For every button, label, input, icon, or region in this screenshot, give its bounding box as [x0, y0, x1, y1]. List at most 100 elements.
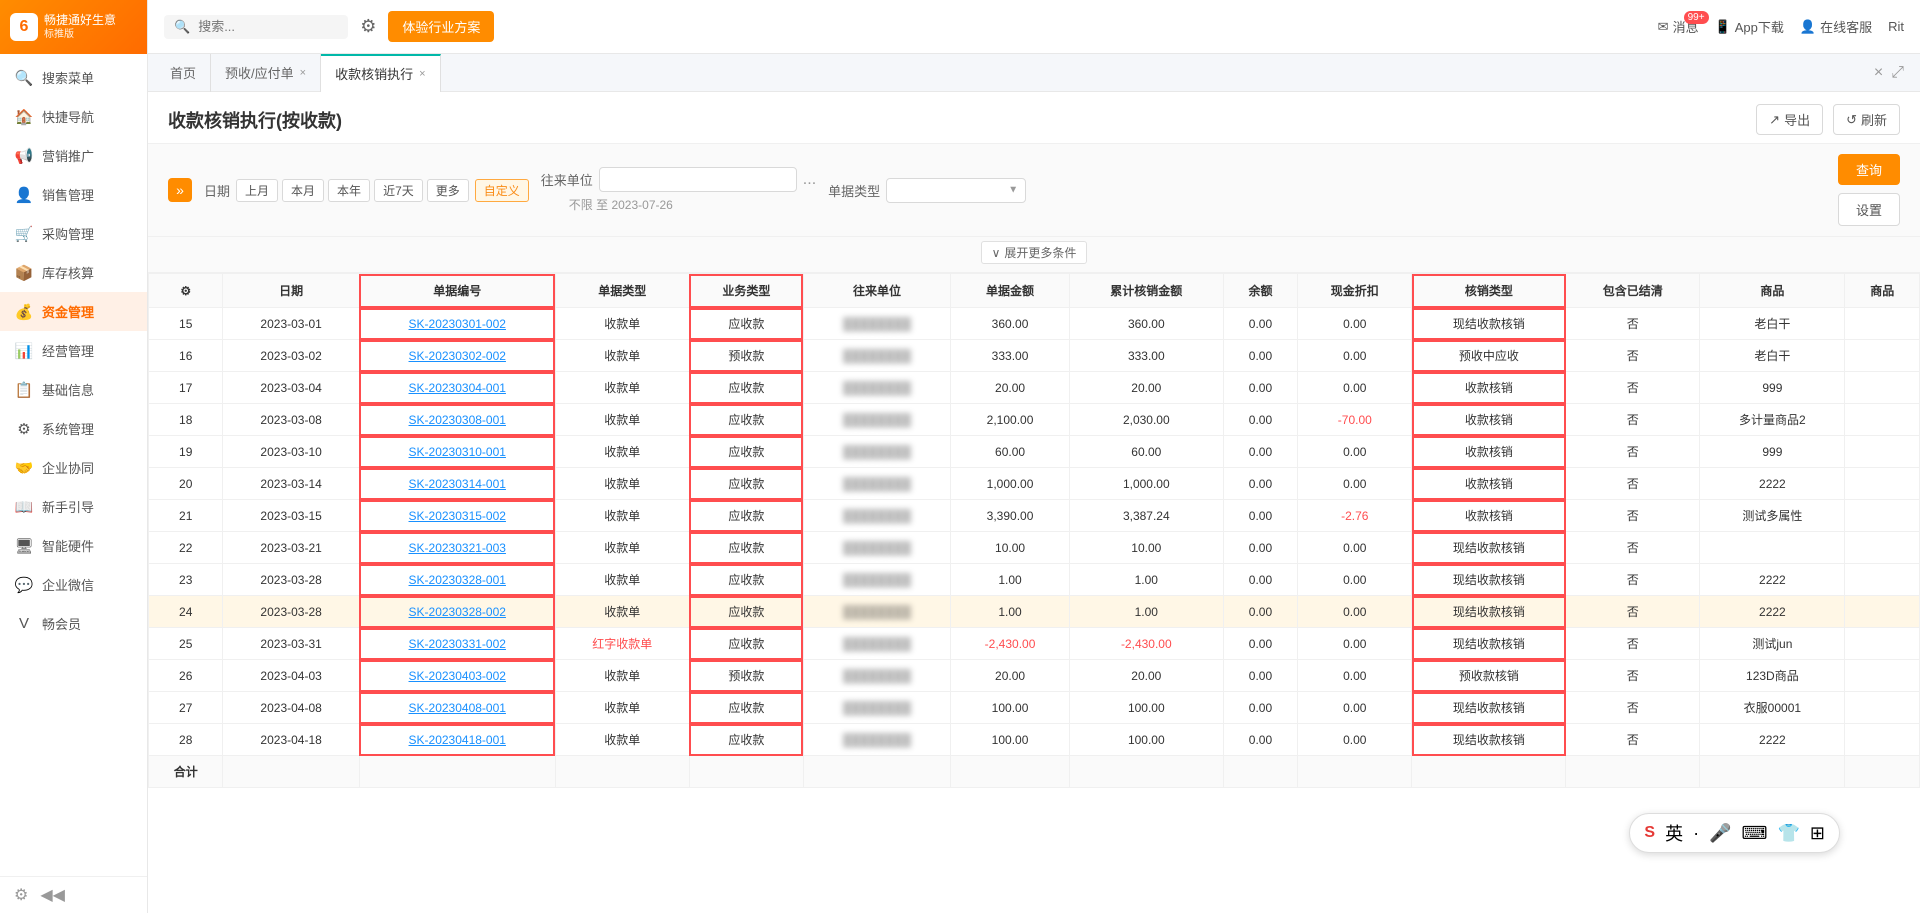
cell-13-discount: 0.00	[1298, 724, 1412, 756]
date-option-4[interactable]: 更多	[427, 179, 469, 202]
online-service-button[interactable]: 👤 在线客服	[1800, 17, 1872, 36]
cell-8-doc-no[interactable]: SK-20230328-001	[359, 564, 555, 596]
cell-4-write-off-type: 收款核销	[1412, 436, 1566, 468]
sidebar-icon-basic-info: 📋	[14, 381, 34, 399]
cell-0-doc-no[interactable]: SK-20230301-002	[359, 308, 555, 340]
cell-10-doc-no[interactable]: SK-20230331-002	[359, 628, 555, 660]
cell-10-balance: 0.00	[1223, 628, 1297, 660]
sidebar-item-purchase[interactable]: 🛒采购管理	[0, 214, 147, 253]
custom-date-button[interactable]: 自定义	[475, 179, 529, 202]
ime-keyboard[interactable]: ⌨	[1742, 823, 1768, 844]
cell-4-doc-no[interactable]: SK-20230310-001	[359, 436, 555, 468]
user-profile[interactable]: Rit	[1888, 19, 1904, 34]
tab-bar-close[interactable]: ×	[1874, 64, 1883, 82]
col-header-5: 往来单位	[803, 274, 950, 308]
sidebar-item-system[interactable]: ⚙系统管理	[0, 409, 147, 448]
cell-8-goods2	[1845, 564, 1920, 596]
tab-collection-exec[interactable]: 收款核销执行×	[321, 54, 440, 92]
sidebar-item-basic-info[interactable]: 📋 基础信息	[0, 370, 147, 409]
cell-10-no: 25	[149, 628, 223, 660]
cell-5-doc-no[interactable]: SK-20230314-001	[359, 468, 555, 500]
sidebar-item-finance[interactable]: 💰资金管理	[0, 292, 147, 331]
date-option-2[interactable]: 本年	[328, 179, 370, 202]
cell-13-doc-no[interactable]: SK-20230418-001	[359, 724, 555, 756]
ime-lang[interactable]: 英	[1665, 820, 1683, 846]
settings-icon[interactable]: ⚙	[14, 885, 28, 905]
cell-1-included: 否	[1566, 340, 1700, 372]
sidebar-logo: 6 畅捷通好生意 标推版	[0, 0, 147, 54]
cell-8-goods: 2222	[1700, 564, 1845, 596]
cell-11-doc-no[interactable]: SK-20230403-002	[359, 660, 555, 692]
cell-11-date: 2023-04-03	[223, 660, 359, 692]
page-header: 收款核销执行(按收款) ↗ 导出 ↺ 刷新	[148, 92, 1920, 144]
tab-close-collection-exec[interactable]: ×	[419, 68, 425, 80]
doc-type-select[interactable]	[886, 178, 1026, 203]
sidebar-item-wechat[interactable]: 💬企业微信	[0, 565, 147, 604]
partner-input[interactable]	[599, 167, 797, 192]
sidebar-label-basic-info: 基础信息	[42, 380, 94, 399]
cell-6-doc-no[interactable]: SK-20230315-002	[359, 500, 555, 532]
sidebar-item-operations[interactable]: 📊经营管理	[0, 331, 147, 370]
cell-10-biz-type: 应收款	[689, 628, 803, 660]
cell-7-goods	[1700, 532, 1845, 564]
expand-more-button[interactable]: ∨ 展开更多条件	[981, 241, 1088, 264]
cell-14-date	[223, 756, 359, 788]
cell-6-included: 否	[1566, 500, 1700, 532]
sidebar-icon-hardware: 🖥	[14, 537, 34, 555]
cell-9-doc-no[interactable]: SK-20230328-002	[359, 596, 555, 628]
tab-advance-payment[interactable]: 预收/应付单×	[211, 54, 321, 92]
sidebar-item-guide[interactable]: 📖新手引导	[0, 487, 147, 526]
cell-10-goods: 测试jun	[1700, 628, 1845, 660]
sidebar-icon-marketing: 📢	[14, 147, 34, 165]
messages-button[interactable]: ✉ 消息 99+	[1658, 17, 1699, 36]
filter-settings-button[interactable]: 设置	[1838, 193, 1900, 226]
tab-close-advance-payment[interactable]: ×	[300, 67, 306, 79]
cell-12-doc-no[interactable]: SK-20230408-001	[359, 692, 555, 724]
sidebar-icon-enterprise: 🤝	[14, 459, 34, 477]
ime-dot: ·	[1693, 823, 1699, 844]
sidebar-item-marketing[interactable]: 📢营销推广	[0, 136, 147, 175]
app-download-button[interactable]: 📱 App下载	[1715, 17, 1784, 36]
cell-3-doc-no[interactable]: SK-20230308-001	[359, 404, 555, 436]
cell-14-goods2	[1845, 756, 1920, 788]
cell-1-doc-no[interactable]: SK-20230302-002	[359, 340, 555, 372]
header-settings-icon[interactable]: ⚙	[360, 16, 376, 37]
header-search-input[interactable]	[198, 19, 338, 34]
cell-2-doc-no[interactable]: SK-20230304-001	[359, 372, 555, 404]
collapse-icon[interactable]: ◀◀	[40, 885, 65, 905]
col-header-6: 单据金额	[951, 274, 1070, 308]
cell-0-goods2	[1845, 308, 1920, 340]
sidebar-item-inventory[interactable]: 📦库存核算	[0, 253, 147, 292]
sidebar-item-hardware[interactable]: 🖥智能硬件	[0, 526, 147, 565]
refresh-button[interactable]: ↺ 刷新	[1833, 104, 1900, 135]
cell-6-partner: ████████	[803, 500, 950, 532]
sidebar-label-search-menu: 搜索菜单	[42, 68, 94, 87]
col-header-10: 核销类型	[1412, 274, 1566, 308]
filter-toggle-button[interactable]: »	[168, 178, 192, 202]
ime-mic[interactable]: 🎤	[1709, 823, 1731, 844]
cell-12-write-off-type: 现结收款核销	[1412, 692, 1566, 724]
cell-1-date: 2023-03-02	[223, 340, 359, 372]
ime-grid[interactable]: ⊞	[1810, 823, 1825, 844]
ime-theme[interactable]: 👕	[1777, 823, 1799, 844]
more-filter-dots[interactable]: ...	[803, 171, 816, 189]
sidebar-item-vip[interactable]: V畅会员	[0, 604, 147, 643]
cell-9-doc-type: 收款单	[555, 596, 689, 628]
date-option-3[interactable]: 近7天	[374, 179, 423, 202]
cell-13-write-off: 100.00	[1069, 724, 1223, 756]
sidebar-item-enterprise[interactable]: 🤝企业协同	[0, 448, 147, 487]
tab-bar-expand[interactable]: ⤢	[1891, 64, 1904, 82]
cell-14-biz-type	[689, 756, 803, 788]
tab-home[interactable]: 首页	[156, 54, 211, 92]
sidebar-item-search-menu[interactable]: 🔍搜索菜单	[0, 58, 147, 97]
date-option-0[interactable]: 上月	[236, 179, 278, 202]
sidebar-item-sales[interactable]: 👤销售管理	[0, 175, 147, 214]
solution-button[interactable]: 体验行业方案	[388, 11, 494, 42]
cell-3-no: 18	[149, 404, 223, 436]
sidebar-item-quick-nav[interactable]: 🏠快捷导航	[0, 97, 147, 136]
export-button[interactable]: ↗ 导出	[1756, 104, 1823, 135]
tab-label-home: 首页	[170, 63, 196, 82]
query-button[interactable]: 查询	[1838, 154, 1900, 185]
date-option-1[interactable]: 本月	[282, 179, 324, 202]
cell-7-doc-no[interactable]: SK-20230321-003	[359, 532, 555, 564]
